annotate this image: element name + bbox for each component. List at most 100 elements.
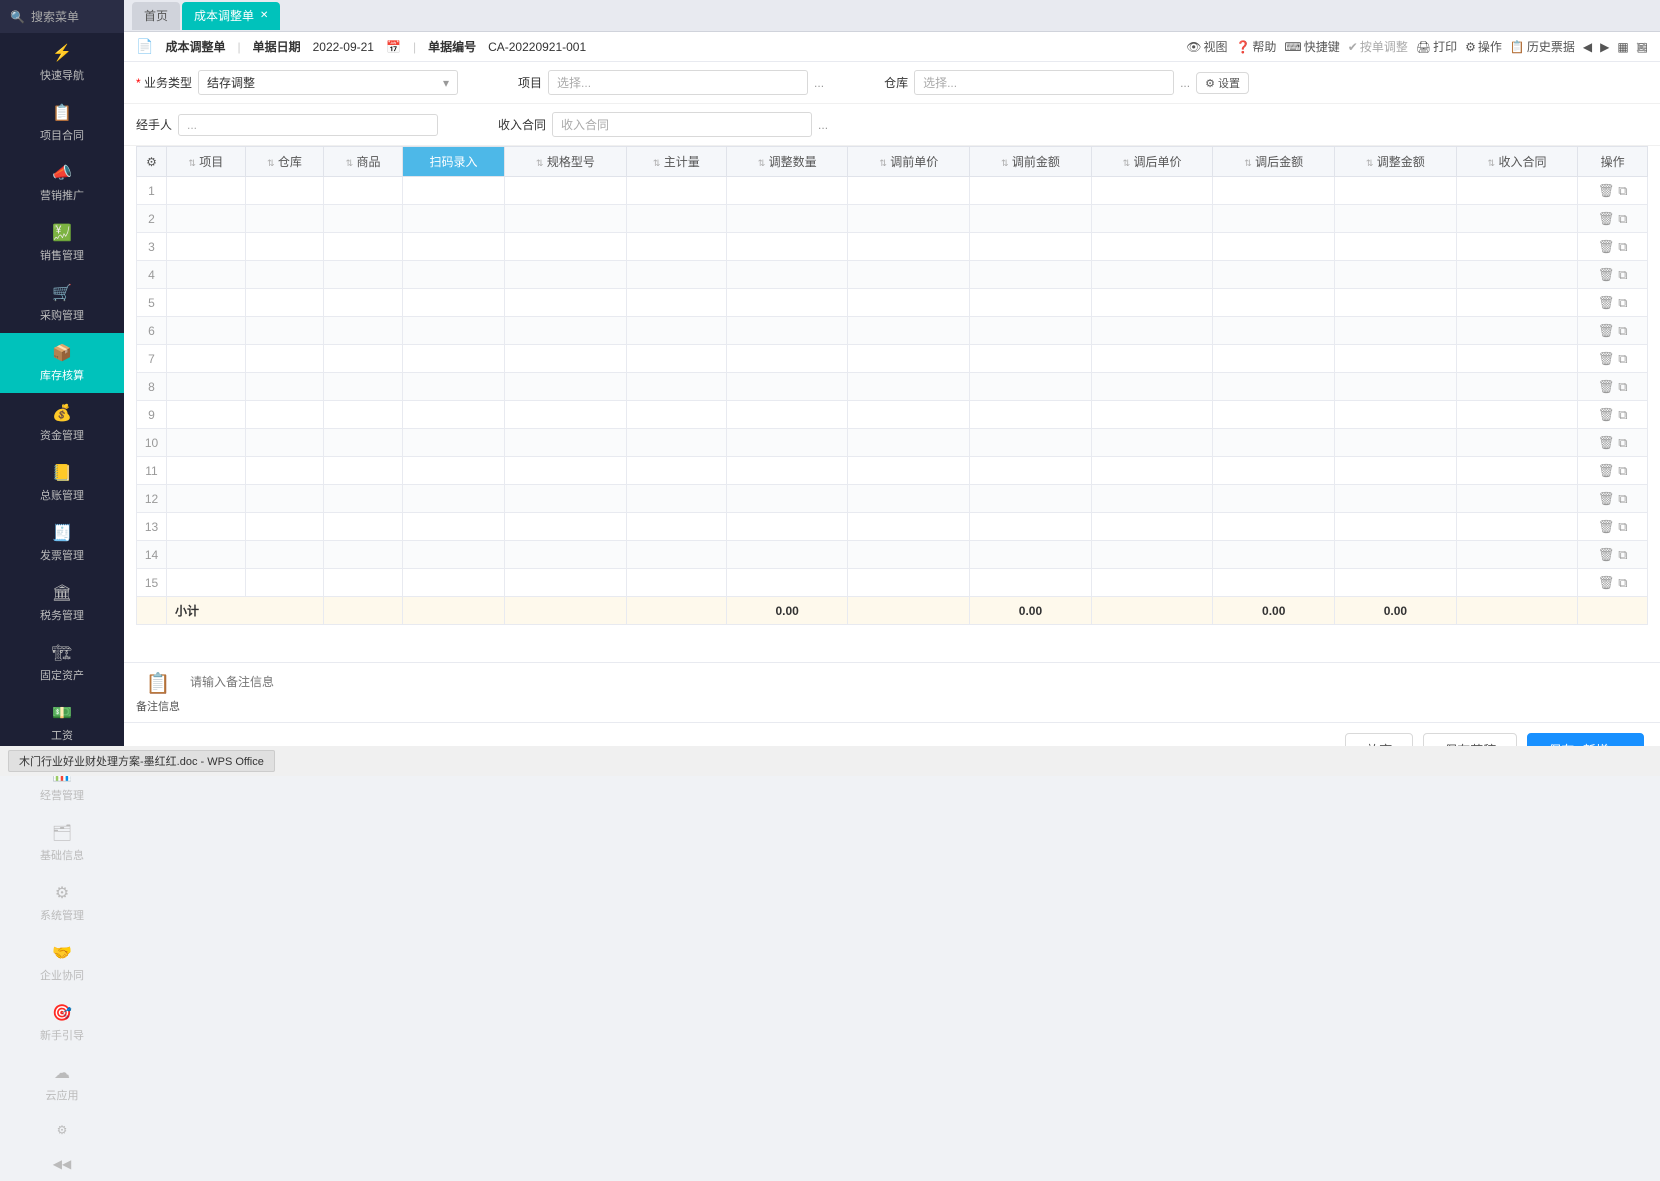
cell-goods-7[interactable] [324, 345, 403, 373]
cell-goods-12[interactable] [324, 485, 403, 513]
cell-pre-price-13[interactable] [848, 513, 970, 541]
cell-goods-4[interactable] [324, 261, 403, 289]
cell-post-amount-8[interactable] [1213, 373, 1335, 401]
cell-unit-12[interactable] [626, 485, 726, 513]
cell-spec-12[interactable] [505, 485, 627, 513]
cell-pre-amount-15[interactable] [970, 569, 1092, 597]
cell-warehouse-7[interactable] [245, 345, 324, 373]
cell-pre-amount-12[interactable] [970, 485, 1092, 513]
cell-warehouse-3[interactable] [245, 233, 324, 261]
col-adjust-qty[interactable]: ⇅ 调整数量 [726, 147, 848, 177]
cell-adjust-qty-3[interactable] [726, 233, 848, 261]
sidebar-item-sales-mgmt[interactable]: 💹销售管理 [0, 213, 124, 273]
sidebar-item-ledger-mgmt[interactable]: 📒总账管理 [0, 453, 124, 513]
cell-income-contract-6[interactable] [1456, 317, 1578, 345]
cell-post-price-12[interactable] [1091, 485, 1213, 513]
cell-adjust-qty-2[interactable] [726, 205, 848, 233]
cell-pre-amount-13[interactable] [970, 513, 1092, 541]
cell-pre-price-11[interactable] [848, 457, 970, 485]
taskbar-item[interactable]: 木门行业好业财处理方案-墨红红.doc - WPS Office [8, 750, 275, 772]
cell-adjust-amount-5[interactable] [1335, 289, 1457, 317]
cell-post-amount-14[interactable] [1213, 541, 1335, 569]
cell-pre-price-5[interactable] [848, 289, 970, 317]
cell-income-contract-10[interactable] [1456, 429, 1578, 457]
cell-spec-6[interactable] [505, 317, 627, 345]
cell-post-price-8[interactable] [1091, 373, 1213, 401]
cell-adjust-amount-13[interactable] [1335, 513, 1457, 541]
cell-pre-price-1[interactable] [848, 177, 970, 205]
cell-scan-11[interactable] [402, 457, 504, 485]
sidebar-item-new-guide[interactable]: 🎯新手引导 [0, 993, 124, 1053]
cell-spec-10[interactable] [505, 429, 627, 457]
col-post-price[interactable]: ⇅ 调后单价 [1091, 147, 1213, 177]
cell-post-price-15[interactable] [1091, 569, 1213, 597]
row-copy-icon-9[interactable]: ⧉ [1618, 407, 1627, 423]
cell-project-8[interactable] [167, 373, 246, 401]
sidebar-item-invoice-mgmt[interactable]: 🧾发票管理 [0, 513, 124, 573]
cell-pre-price-2[interactable] [848, 205, 970, 233]
cell-warehouse-15[interactable] [245, 569, 324, 597]
sidebar-item-quick-nav[interactable]: ⚡快速导航 [0, 33, 124, 93]
cell-post-price-1[interactable] [1091, 177, 1213, 205]
action-print[interactable]: 🖨 打印 [1416, 38, 1457, 55]
sidebar-item-cloud-app[interactable]: ☁云应用 [0, 1053, 124, 1113]
cell-project-11[interactable] [167, 457, 246, 485]
col-gear[interactable]: ⚙ [137, 147, 167, 177]
cell-unit-10[interactable] [626, 429, 726, 457]
cell-spec-1[interactable] [505, 177, 627, 205]
cell-post-price-11[interactable] [1091, 457, 1213, 485]
cell-project-2[interactable] [167, 205, 246, 233]
cell-pre-amount-6[interactable] [970, 317, 1092, 345]
cell-unit-8[interactable] [626, 373, 726, 401]
project-dots[interactable]: ... [814, 76, 824, 90]
row-copy-icon-8[interactable]: ⧉ [1618, 379, 1627, 395]
cell-post-amount-11[interactable] [1213, 457, 1335, 485]
row-delete-icon-8[interactable]: 🗑 [1598, 379, 1615, 395]
cell-pre-price-7[interactable] [848, 345, 970, 373]
col-pre-price[interactable]: ⇅ 调前单价 [848, 147, 970, 177]
action-ops[interactable]: ⚙ 操作 [1465, 38, 1502, 55]
cell-unit-11[interactable] [626, 457, 726, 485]
cell-income-contract-12[interactable] [1456, 485, 1578, 513]
row-delete-icon-12[interactable]: 🗑 [1598, 491, 1615, 507]
cell-project-9[interactable] [167, 401, 246, 429]
warehouse-dots[interactable]: ... [1180, 76, 1190, 90]
cell-project-7[interactable] [167, 345, 246, 373]
col-goods[interactable]: ⇅ 商品 [324, 147, 403, 177]
cell-unit-6[interactable] [626, 317, 726, 345]
cell-post-amount-7[interactable] [1213, 345, 1335, 373]
sidebar-item-tax-mgmt[interactable]: 🏛税务管理 [0, 573, 124, 633]
cell-pre-amount-3[interactable] [970, 233, 1092, 261]
cell-pre-price-6[interactable] [848, 317, 970, 345]
cell-income-contract-14[interactable] [1456, 541, 1578, 569]
col-project[interactable]: ⇅ 项目 [167, 147, 246, 177]
cell-pre-price-3[interactable] [848, 233, 970, 261]
cell-adjust-qty-1[interactable] [726, 177, 848, 205]
cell-pre-amount-1[interactable] [970, 177, 1092, 205]
cell-adjust-qty-12[interactable] [726, 485, 848, 513]
row-delete-icon-5[interactable]: 🗑 [1598, 295, 1615, 311]
cell-goods-8[interactable] [324, 373, 403, 401]
cell-unit-3[interactable] [626, 233, 726, 261]
cell-adjust-qty-5[interactable] [726, 289, 848, 317]
cell-adjust-amount-11[interactable] [1335, 457, 1457, 485]
cell-pre-price-14[interactable] [848, 541, 970, 569]
cell-adjust-amount-15[interactable] [1335, 569, 1457, 597]
cell-income-contract-2[interactable] [1456, 205, 1578, 233]
income-contract-dots[interactable]: ... [818, 118, 828, 132]
col-income-contract[interactable]: ⇅ 收入合同 [1456, 147, 1578, 177]
nav-prev-icon[interactable]: ◀ [1583, 40, 1592, 54]
cell-adjust-qty-11[interactable] [726, 457, 848, 485]
cell-scan-13[interactable] [402, 513, 504, 541]
project-input[interactable]: 选择... [548, 70, 808, 95]
cell-project-12[interactable] [167, 485, 246, 513]
cell-post-price-14[interactable] [1091, 541, 1213, 569]
tab-close-icon[interactable]: ✕ [260, 10, 268, 21]
cell-post-amount-15[interactable] [1213, 569, 1335, 597]
cell-goods-5[interactable] [324, 289, 403, 317]
cell-spec-8[interactable] [505, 373, 627, 401]
cell-goods-9[interactable] [324, 401, 403, 429]
cell-pre-amount-9[interactable] [970, 401, 1092, 429]
cell-warehouse-4[interactable] [245, 261, 324, 289]
cell-goods-10[interactable] [324, 429, 403, 457]
